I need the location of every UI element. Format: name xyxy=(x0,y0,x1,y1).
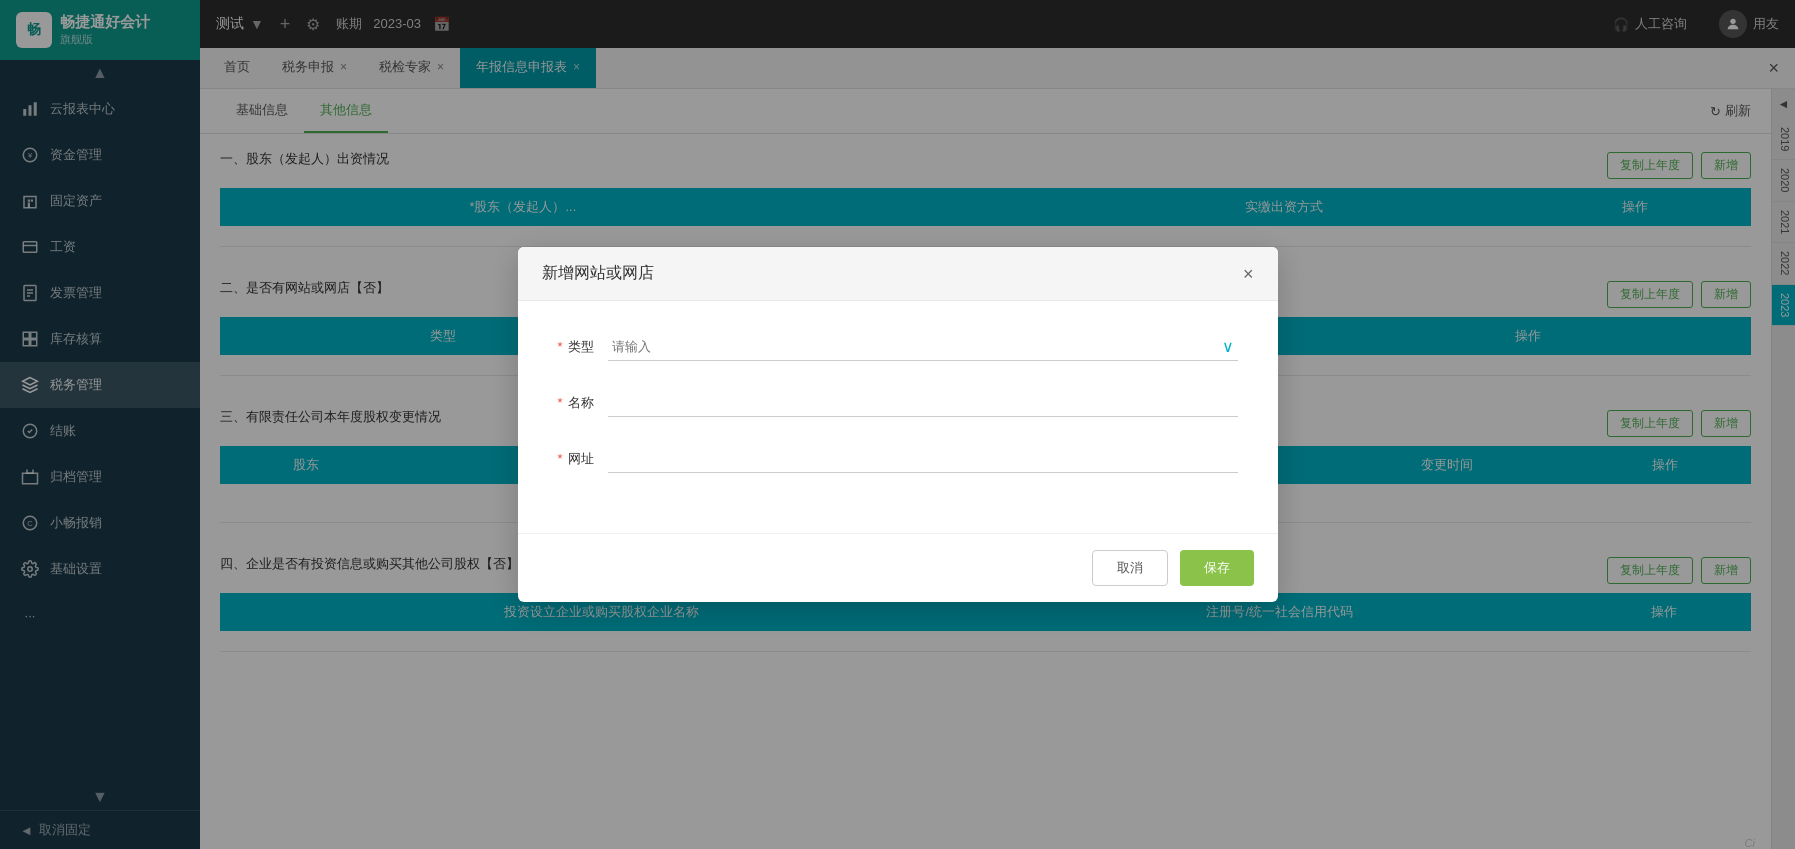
name-label: * 名称 xyxy=(558,394,608,412)
required-mark: * xyxy=(558,339,563,354)
form-field-type: * 类型 ∨ xyxy=(558,333,1238,361)
type-input[interactable] xyxy=(608,333,1218,360)
dialog-body: * 类型 ∨ * 名称 * 网址 xyxy=(518,301,1278,533)
dialog-title: 新增网站或网店 xyxy=(542,263,654,284)
form-field-name: * 名称 xyxy=(558,389,1238,417)
dialog-overlay[interactable]: 新增网站或网店 × * 类型 ∨ * 名称 xyxy=(0,0,1795,849)
required-mark: * xyxy=(558,451,563,466)
dropdown-arrow-icon: ∨ xyxy=(1218,337,1238,356)
form-field-url: * 网址 xyxy=(558,445,1238,473)
save-button[interactable]: 保存 xyxy=(1180,550,1254,586)
dialog-header: 新增网站或网店 × xyxy=(518,247,1278,301)
url-label: * 网址 xyxy=(558,450,608,468)
dialog-add-website: 新增网站或网店 × * 类型 ∨ * 名称 xyxy=(518,247,1278,602)
dialog-footer: 取消 保存 xyxy=(518,533,1278,602)
type-label: * 类型 xyxy=(558,338,608,356)
name-input[interactable] xyxy=(608,389,1238,417)
url-input[interactable] xyxy=(608,445,1238,473)
dialog-close-button[interactable]: × xyxy=(1243,265,1254,283)
required-mark: * xyxy=(558,395,563,410)
type-select-wrapper: ∨ xyxy=(608,333,1238,361)
cancel-button[interactable]: 取消 xyxy=(1092,550,1168,586)
